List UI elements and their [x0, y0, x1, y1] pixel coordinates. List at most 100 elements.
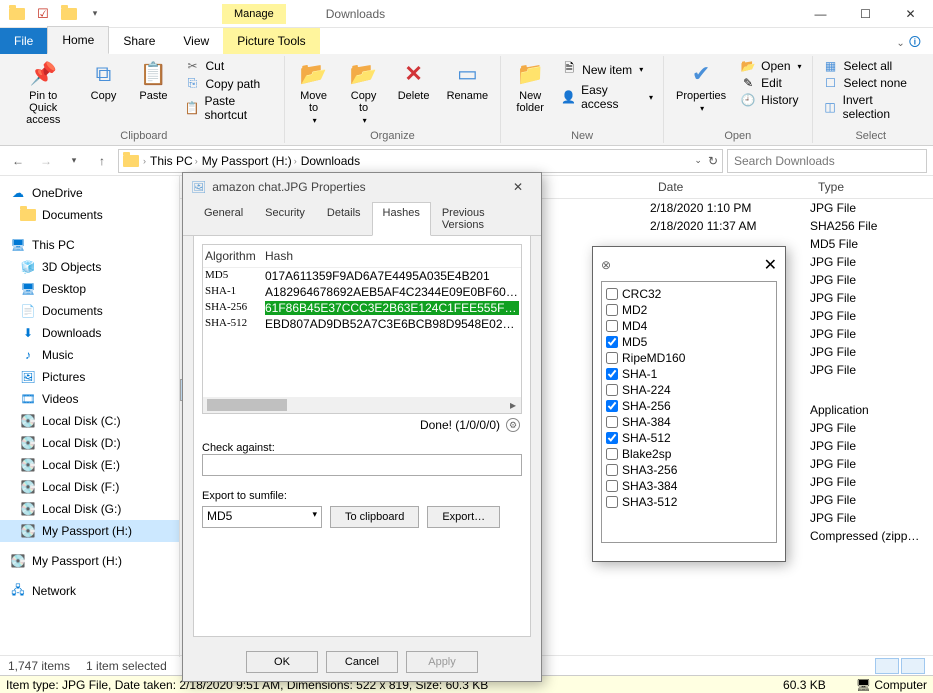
checkbox[interactable] [606, 336, 618, 348]
dialog-tab-general[interactable]: General [193, 202, 254, 236]
hash-row[interactable]: SHA-1A182964678692AEB5AF4C2344E09E0BF60D… [203, 284, 521, 300]
hash-row[interactable]: SHA-512EBD807AD9DB52A7C3E6BCB98D9548E021… [203, 316, 521, 332]
checkbox[interactable] [606, 416, 618, 428]
check-against-input[interactable] [202, 454, 522, 476]
copy-path-button[interactable]: ⎘Copy path [180, 75, 277, 92]
hash-row[interactable]: MD5017A611359F9AD6A7E4495A035E4B201 [203, 268, 521, 284]
settings-gear-button[interactable]: ⚙ [506, 418, 520, 432]
nav-this-pc[interactable]: 🖥This PC [0, 234, 179, 256]
checkbox[interactable] [606, 480, 618, 492]
checkbox[interactable] [606, 400, 618, 412]
to-clipboard-button[interactable]: To clipboard [330, 506, 419, 528]
forward-button[interactable]: → [34, 149, 58, 173]
delete-button[interactable]: ✕Delete [391, 58, 437, 141]
dialog-tab-details[interactable]: Details [316, 202, 372, 236]
new-item-button[interactable]: 🗎New item▾ [557, 58, 657, 81]
new-folder-qat-icon[interactable] [60, 5, 78, 23]
nav-desktop[interactable]: 🖥Desktop [0, 278, 179, 300]
help-icon[interactable]: 🛈 [909, 33, 921, 54]
checkbox[interactable] [606, 448, 618, 460]
up-button[interactable]: ↑ [90, 149, 114, 173]
algo-checkbox-crc32[interactable]: CRC32 [606, 286, 772, 302]
tab-home[interactable]: Home [47, 26, 109, 54]
rename-button[interactable]: ▭Rename [441, 58, 495, 141]
dialog-tab-previous-versions[interactable]: Previous Versions [431, 202, 531, 236]
checkbox[interactable] [606, 432, 618, 444]
copy-to-button[interactable]: 📂Copy to▾ [341, 58, 387, 141]
nav-3d-objects[interactable]: 🧊3D Objects [0, 256, 179, 278]
nav-pictures[interactable]: 🖼Pictures [0, 366, 179, 388]
checkbox[interactable] [606, 288, 618, 300]
nav-documents[interactable]: 📄Documents [0, 300, 179, 322]
recent-locations-button[interactable]: ▾ [62, 149, 86, 173]
algo-checkbox-sha-256[interactable]: SHA-256 [606, 398, 772, 414]
ribbon-help[interactable]: ⌄🛈 [896, 33, 921, 54]
horizontal-scrollbar[interactable]: ▸ [203, 397, 521, 413]
checkbox[interactable] [606, 496, 618, 508]
algo-checkbox-blake2sp[interactable]: Blake2sp [606, 446, 772, 462]
nav-onedrive[interactable]: ☁OneDrive [0, 182, 179, 204]
address-bar[interactable]: › This PC › My Passport (H:) › Downloads… [118, 149, 723, 173]
tab-view[interactable]: View [169, 28, 223, 54]
algo-checkbox-sha-512[interactable]: SHA-512 [606, 430, 772, 446]
new-folder-button[interactable]: 📁New folder [507, 58, 553, 141]
large-icons-view-button[interactable] [901, 658, 925, 674]
tab-file[interactable]: File [0, 28, 47, 54]
refresh-button[interactable]: ↻ [708, 154, 718, 168]
col-algorithm[interactable]: Algorithm [205, 249, 265, 263]
cancel-button[interactable]: Cancel [326, 651, 398, 673]
algo-checkbox-sha-224[interactable]: SHA-224 [606, 382, 772, 398]
select-none-button[interactable]: ☐Select none [819, 75, 923, 91]
maximize-button[interactable]: ☐ [843, 0, 888, 28]
nav-local-disk-d[interactable]: 💽Local Disk (D:) [0, 432, 179, 454]
algo-checkbox-md4[interactable]: MD4 [606, 318, 772, 334]
minimize-button[interactable]: — [798, 0, 843, 28]
tab-picture-tools[interactable]: Picture Tools [223, 28, 319, 54]
open-button[interactable]: 📂Open▾ [736, 58, 805, 74]
algo-checkbox-ripemd160[interactable]: RipeMD160 [606, 350, 772, 366]
breadcrumb[interactable]: My Passport (H:) › [202, 154, 297, 168]
nav-my-passport[interactable]: 💽My Passport (H:) [0, 520, 179, 542]
copy-button[interactable]: ⧉Copy [80, 58, 126, 141]
algo-checkbox-sha3-384[interactable]: SHA3-384 [606, 478, 772, 494]
nav-local-disk-g[interactable]: 💽Local Disk (G:) [0, 498, 179, 520]
search-input[interactable]: Search Downloads [727, 149, 927, 173]
edit-button[interactable]: ✎Edit [736, 75, 805, 91]
collapse-ribbon-icon[interactable]: ⌄ [896, 38, 904, 49]
algo-checkbox-sha3-512[interactable]: SHA3-512 [606, 494, 772, 510]
dialog-tab-security[interactable]: Security [254, 202, 316, 236]
export-format-select[interactable]: MD5▾ [202, 506, 322, 528]
dialog-titlebar[interactable]: 🖼 amazon chat.JPG Properties ✕ [183, 173, 541, 201]
checkbox[interactable] [606, 304, 618, 316]
paste-button[interactable]: 📋Paste [130, 58, 176, 141]
move-to-button[interactable]: 📂Move to▾ [291, 58, 337, 141]
algo-checkbox-md2[interactable]: MD2 [606, 302, 772, 318]
nav-my-passport-2[interactable]: 💽My Passport (H:) [0, 550, 179, 572]
nav-videos[interactable]: 🎞Videos [0, 388, 179, 410]
ok-button[interactable]: OK [246, 651, 318, 673]
details-view-button[interactable] [875, 658, 899, 674]
breadcrumb[interactable]: Downloads [301, 154, 360, 168]
algo-checkbox-sha-1[interactable]: SHA-1 [606, 366, 772, 382]
col-hash[interactable]: Hash [265, 249, 519, 263]
nav-local-disk-e[interactable]: 💽Local Disk (E:) [0, 454, 179, 476]
checkbox[interactable] [606, 368, 618, 380]
algo-checkbox-sha-384[interactable]: SHA-384 [606, 414, 772, 430]
breadcrumb[interactable]: This PC › [150, 154, 198, 168]
close-button[interactable]: ✕ [888, 0, 933, 28]
history-button[interactable]: 🕘History [736, 92, 805, 108]
nav-local-disk-c[interactable]: 💽Local Disk (C:) [0, 410, 179, 432]
tab-share[interactable]: Share [109, 28, 169, 54]
cut-button[interactable]: ✂Cut [180, 58, 277, 74]
nav-documents[interactable]: Documents [0, 204, 179, 226]
col-type[interactable]: Type [810, 176, 929, 198]
export-button[interactable]: Export… [427, 506, 500, 528]
apply-button[interactable]: Apply [406, 651, 478, 673]
algo-checkbox-md5[interactable]: MD5 [606, 334, 772, 350]
checkbox[interactable] [606, 352, 618, 364]
properties-qat-icon[interactable]: ☑ [34, 5, 52, 23]
dialog-tab-hashes[interactable]: Hashes [372, 202, 431, 236]
properties-button[interactable]: ✔Properties▾ [670, 58, 732, 141]
invert-selection-button[interactable]: ◫Invert selection [819, 92, 923, 122]
nav-network[interactable]: 🖧Network [0, 580, 179, 602]
